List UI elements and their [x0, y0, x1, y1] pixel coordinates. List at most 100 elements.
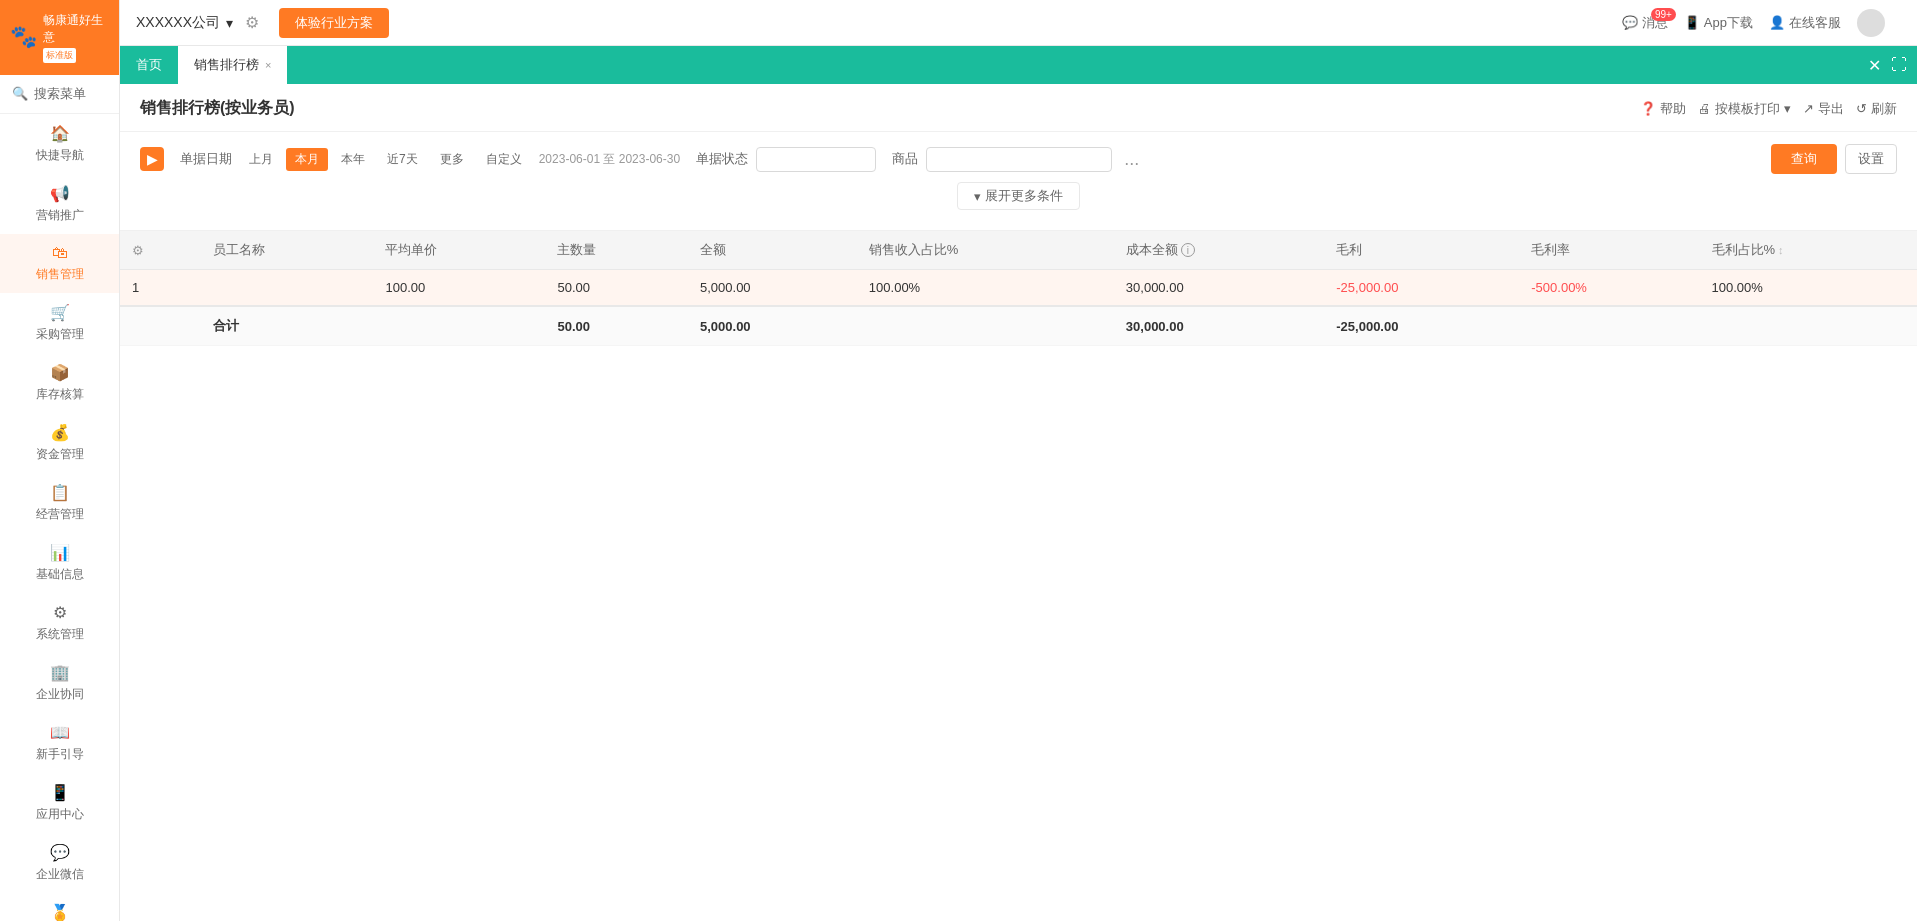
- cell-cost: 30,000.00: [1114, 270, 1324, 307]
- date-btn-7days[interactable]: 近7天: [378, 148, 427, 171]
- more-filter-dots[interactable]: ...: [1124, 149, 1139, 170]
- sales-ranking-table: ⚙ 员工名称 平均单价 主数量 全额: [120, 231, 1917, 346]
- enterprise-icon: 🏢: [50, 663, 70, 682]
- date-btn-current-month[interactable]: 本月: [286, 148, 328, 171]
- table-footer: 合计 50.00 5,000.00 30,000.00 -25,000.00: [120, 306, 1917, 346]
- goods-input[interactable]: [926, 147, 1112, 172]
- date-buttons: 上月 本月 本年 近7天 更多 自定义: [240, 148, 531, 171]
- status-select[interactable]: [756, 147, 876, 172]
- tab-close-window-icon[interactable]: ✕: [1868, 56, 1881, 75]
- message-count: 99+: [1651, 8, 1676, 21]
- basic-info-icon: 📊: [50, 543, 70, 562]
- sidebar-item-member[interactable]: 🏅 畅会员: [0, 893, 119, 921]
- cell-qty: 50.00: [545, 270, 688, 307]
- company-selector[interactable]: XXXXXX公司 ▾: [136, 14, 233, 32]
- online-service-btn[interactable]: 👤 在线客服: [1769, 14, 1841, 32]
- tabbar: 首页 销售排行榜 × ✕ ⛶: [120, 46, 1917, 84]
- th-employee-name: 员工名称: [201, 231, 373, 270]
- date-btn-prev-month[interactable]: 上月: [240, 148, 282, 171]
- th-employee-name-label: 员工名称: [213, 242, 265, 257]
- th-settings[interactable]: ⚙: [120, 231, 201, 270]
- export-btn[interactable]: ↗ 导出: [1803, 100, 1844, 118]
- filter-expand-arrow[interactable]: ▶: [140, 147, 164, 171]
- sidebar-item-label: 库存核算: [36, 386, 84, 403]
- sidebar-item-quick-nav[interactable]: 🏠 快捷导航: [0, 114, 119, 174]
- sidebar-item-wechat[interactable]: 💬 企业微信: [0, 833, 119, 893]
- settings-gear-icon[interactable]: ⚙: [245, 13, 259, 32]
- sidebar-item-label: 销售管理: [36, 266, 84, 283]
- sidebar-item-label: 资金管理: [36, 446, 84, 463]
- expand-more-btn[interactable]: ▾ 展开更多条件: [957, 182, 1080, 210]
- footer-cost: 30,000.00: [1114, 306, 1324, 346]
- th-amount: 全额: [688, 231, 857, 270]
- sidebar-item-sales[interactable]: 🛍 销售管理: [0, 234, 119, 293]
- tab-home[interactable]: 首页: [120, 46, 178, 84]
- system-icon: ⚙: [53, 603, 67, 622]
- chevron-down-icon: ▾: [226, 15, 233, 31]
- date-btn-more[interactable]: 更多: [431, 148, 473, 171]
- purchase-icon: 🛒: [50, 303, 70, 322]
- wechat-icon: 💬: [50, 843, 70, 862]
- tab-close-icon[interactable]: ×: [265, 59, 271, 71]
- cell-gross_rate: -500.00%: [1519, 270, 1699, 307]
- message-btn[interactable]: 💬 消息 99+: [1622, 14, 1668, 32]
- user-avatar[interactable]: [1857, 9, 1885, 37]
- template-print-btn[interactable]: 🖨 按模板打印 ▾: [1698, 100, 1791, 118]
- page-title: 销售排行榜(按业务员): [140, 98, 295, 119]
- th-gross-pct: 毛利占比% ↕: [1700, 231, 1917, 270]
- sidebar-item-app-center[interactable]: 📱 应用中心: [0, 773, 119, 833]
- trial-btn[interactable]: 体验行业方案: [279, 8, 389, 38]
- sidebar-item-system[interactable]: ⚙ 系统管理: [0, 593, 119, 653]
- footer-row: 合计 50.00 5,000.00 30,000.00 -25,000.00: [120, 306, 1917, 346]
- cell-amount: 5,000.00: [688, 270, 857, 307]
- sales-icon: 🛍: [52, 244, 68, 262]
- date-btn-current-year[interactable]: 本年: [332, 148, 374, 171]
- sidebar-item-operation[interactable]: 📋 经营管理: [0, 473, 119, 533]
- tab-maximize-icon[interactable]: ⛶: [1891, 56, 1907, 74]
- sidebar-item-inventory[interactable]: 📦 库存核算: [0, 353, 119, 413]
- tabbar-controls: ✕ ⛶: [1858, 56, 1917, 75]
- sidebar-item-label: 应用中心: [36, 806, 84, 823]
- table-header-row: ⚙ 员工名称 平均单价 主数量 全额: [120, 231, 1917, 270]
- goods-label: 商品: [892, 150, 918, 168]
- footer-amount: 5,000.00: [688, 306, 857, 346]
- query-btn[interactable]: 查询: [1771, 144, 1837, 174]
- app-name-line1: 畅康通好生意: [43, 12, 109, 46]
- sidebar-item-basic-info[interactable]: 📊 基础信息: [0, 533, 119, 593]
- inventory-icon: 📦: [50, 363, 70, 382]
- filter-row-1: ▶ 单据日期 上月 本月 本年 近7天 更多 自定义 2023-06-01 至 …: [140, 144, 1897, 174]
- cell-avg_price: 100.00: [373, 270, 545, 307]
- member-icon: 🏅: [50, 903, 70, 921]
- settings-btn[interactable]: 设置: [1845, 144, 1897, 174]
- th-gross: 毛利: [1324, 231, 1519, 270]
- sidebar-item-enterprise[interactable]: 🏢 企业协同: [0, 653, 119, 713]
- app-download-btn[interactable]: 📱 App下载: [1684, 14, 1753, 32]
- table-row: 1100.0050.005,000.00100.00%30,000.00-25,…: [120, 270, 1917, 307]
- column-settings-icon[interactable]: ⚙: [132, 243, 144, 258]
- date-btn-custom[interactable]: 自定义: [477, 148, 531, 171]
- company-name: XXXXXX公司: [136, 14, 220, 32]
- footer-empty: [120, 306, 201, 346]
- sort-icon[interactable]: ↕: [1778, 244, 1784, 256]
- guide-icon: 📖: [50, 723, 70, 742]
- search-icon: 🔍: [12, 86, 28, 101]
- th-gross-rate-label: 毛利率: [1531, 242, 1570, 257]
- sidebar-search[interactable]: 🔍 搜索菜单: [0, 75, 119, 114]
- date-label: 单据日期: [180, 150, 232, 168]
- template-print-label: 按模板打印: [1715, 100, 1780, 118]
- tab-sales-ranking[interactable]: 销售排行榜 ×: [178, 46, 287, 84]
- cost-info-icon[interactable]: i: [1181, 243, 1195, 257]
- refresh-btn[interactable]: ↺ 刷新: [1856, 100, 1897, 118]
- footer-gross-pct: [1700, 306, 1917, 346]
- finance-icon: 💰: [50, 423, 70, 442]
- sidebar-item-guide[interactable]: 📖 新手引导: [0, 713, 119, 773]
- sidebar-item-purchase[interactable]: 🛒 采购管理: [0, 293, 119, 353]
- sidebar-item-finance[interactable]: 💰 资金管理: [0, 413, 119, 473]
- sidebar-search-label: 搜索菜单: [34, 85, 86, 103]
- page-actions: ❓ 帮助 🖨 按模板打印 ▾ ↗ 导出 ↺ 刷新: [1640, 100, 1897, 118]
- filter-area: ▶ 单据日期 上月 本月 本年 近7天 更多 自定义 2023-06-01 至 …: [120, 132, 1917, 231]
- help-btn[interactable]: ❓ 帮助: [1640, 100, 1686, 118]
- sidebar-item-marketing[interactable]: 📢 营销推广: [0, 174, 119, 234]
- th-gross-pct-label: 毛利占比%: [1712, 241, 1776, 259]
- help-icon: ❓: [1640, 101, 1656, 116]
